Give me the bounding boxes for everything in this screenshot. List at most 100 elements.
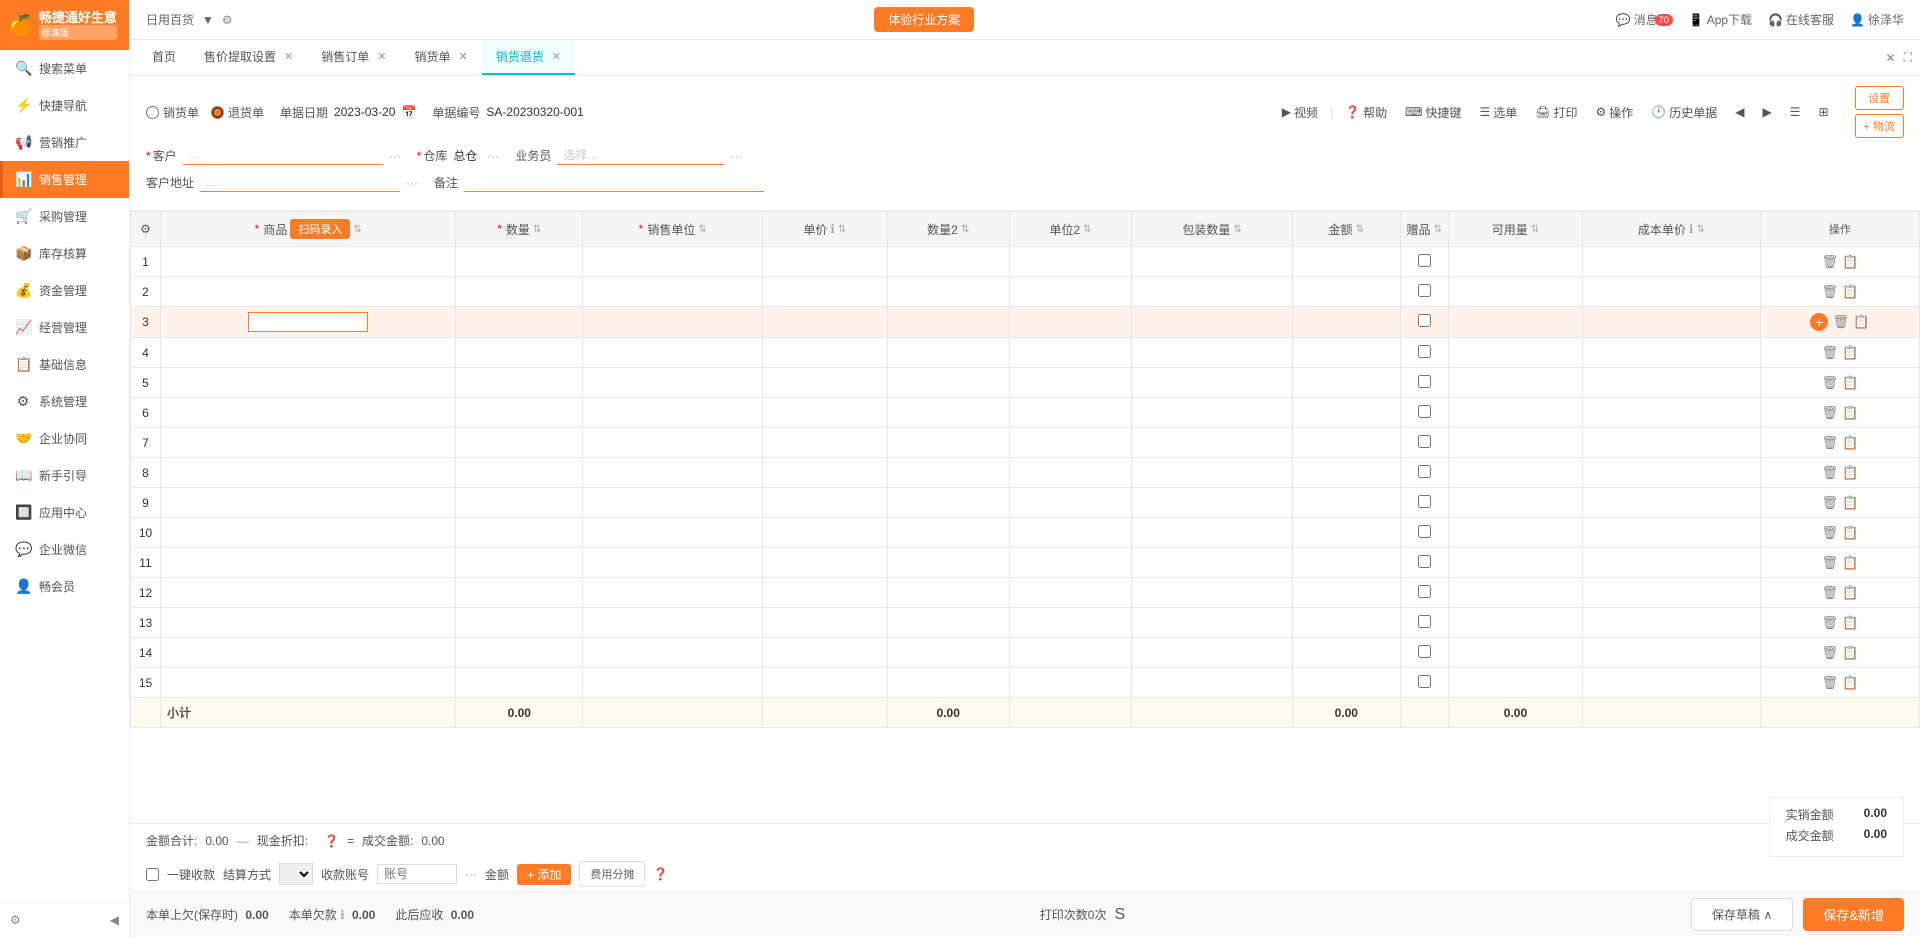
- row-price-1[interactable]: [763, 247, 887, 277]
- unit2-sort-icon[interactable]: ⇅: [1083, 224, 1091, 235]
- row-packqty-15[interactable]: [1132, 668, 1293, 698]
- row-qty-10[interactable]: [456, 518, 583, 548]
- delete-row-btn-4[interactable]: 🗑: [1821, 345, 1838, 361]
- copy-row-btn-6[interactable]: 📋: [1842, 405, 1858, 421]
- action-shortcut[interactable]: ⌨ 快捷键: [1399, 102, 1467, 123]
- row-amount-11[interactable]: [1293, 548, 1401, 578]
- action-operate[interactable]: ⚙ 操作: [1589, 102, 1639, 123]
- notification-area[interactable]: 💬 消息 70: [1616, 11, 1673, 28]
- row-unit-9[interactable]: [583, 488, 763, 518]
- row-unit-10[interactable]: [583, 518, 763, 548]
- row-unit-13[interactable]: [583, 608, 763, 638]
- row-available-11[interactable]: [1448, 548, 1582, 578]
- row-packqty-14[interactable]: [1132, 638, 1293, 668]
- delete-row-btn-5[interactable]: 🗑: [1821, 375, 1838, 391]
- copy-row-btn-5[interactable]: 📋: [1842, 375, 1858, 391]
- row-qty2-10[interactable]: [887, 518, 1009, 548]
- row-qty2-12[interactable]: [887, 578, 1009, 608]
- row-qty2-3[interactable]: [887, 307, 1009, 338]
- row-cost-14[interactable]: [1583, 638, 1761, 668]
- row-price-3[interactable]: [763, 307, 887, 338]
- row-gift-5[interactable]: [1400, 368, 1448, 398]
- packqty-sort-icon[interactable]: ⇅: [1233, 224, 1241, 235]
- row-gift-13[interactable]: [1400, 608, 1448, 638]
- row-price-6[interactable]: [763, 398, 887, 428]
- sidebar-collapse-icon[interactable]: ◀: [110, 913, 119, 927]
- row-amount-15[interactable]: [1293, 668, 1401, 698]
- row-amount-9[interactable]: [1293, 488, 1401, 518]
- row-packqty-4[interactable]: [1132, 338, 1293, 368]
- cost-sort-icon[interactable]: ⇅: [1696, 224, 1704, 235]
- tab-close-icon[interactable]: ✕: [284, 50, 293, 63]
- delete-row-btn-1[interactable]: 🗑: [1821, 254, 1838, 270]
- row-amount-4[interactable]: [1293, 338, 1401, 368]
- row-unit2-1[interactable]: [1009, 247, 1131, 277]
- row-qty-6[interactable]: [456, 398, 583, 428]
- row-cost-5[interactable]: [1583, 368, 1761, 398]
- tab-售价提取设置[interactable]: 售价提取设置✕: [190, 40, 307, 75]
- copy-row-btn-2[interactable]: 📋: [1842, 284, 1858, 300]
- column-settings-icon[interactable]: ⚙: [140, 222, 151, 236]
- sidebar-settings-icon[interactable]: ⚙: [10, 913, 21, 927]
- action-select[interactable]: ☰ 选单: [1473, 102, 1523, 123]
- row-product-3[interactable]: [161, 307, 456, 338]
- row-available-8[interactable]: [1448, 458, 1582, 488]
- price-sort-icon[interactable]: ⇅: [838, 224, 846, 235]
- row-qty-8[interactable]: [456, 458, 583, 488]
- row-price-14[interactable]: [763, 638, 887, 668]
- account-input[interactable]: [377, 864, 457, 884]
- sidebar-item-shortcut[interactable]: ⚡ 快捷导航: [0, 87, 129, 124]
- save-draft-btn[interactable]: 保存草稿 ∧: [1691, 898, 1793, 931]
- amount-sort-icon[interactable]: ⇅: [1356, 224, 1364, 235]
- row-product-12[interactable]: [161, 578, 456, 608]
- delete-row-btn-2[interactable]: 🗑: [1821, 284, 1838, 300]
- row-unit2-4[interactable]: [1009, 338, 1131, 368]
- sidebar-item-inventory[interactable]: 📦 库存核算: [0, 235, 129, 272]
- delete-row-btn-7[interactable]: 🗑: [1821, 435, 1838, 451]
- copy-row-btn-8[interactable]: 📋: [1842, 465, 1858, 481]
- support-area[interactable]: 🎧 在线客服: [1768, 11, 1834, 28]
- row-product-8[interactable]: [161, 458, 456, 488]
- row-packqty-11[interactable]: [1132, 548, 1293, 578]
- row-unit2-2[interactable]: [1009, 277, 1131, 307]
- row-gift-1[interactable]: [1400, 247, 1448, 277]
- sidebar-item-apps[interactable]: 🔲 应用中心: [0, 494, 129, 531]
- sidebar-item-sales[interactable]: 📊 销售管理: [0, 161, 129, 198]
- copy-row-btn-11[interactable]: 📋: [1842, 555, 1858, 571]
- row-available-1[interactable]: [1448, 247, 1582, 277]
- copy-row-btn-10[interactable]: 📋: [1842, 525, 1858, 541]
- logistics-btn[interactable]: + 物流: [1855, 114, 1904, 138]
- copy-row-btn-12[interactable]: 📋: [1842, 585, 1858, 601]
- row-packqty-8[interactable]: [1132, 458, 1293, 488]
- tab-首页[interactable]: 首页: [138, 40, 190, 75]
- tab-maximize-icon[interactable]: ⛶: [1904, 50, 1912, 65]
- save-new-btn[interactable]: 保存&新增: [1803, 898, 1904, 931]
- calc-method-select[interactable]: [279, 863, 313, 885]
- row-amount-1[interactable]: [1293, 247, 1401, 277]
- th-gear[interactable]: ⚙: [131, 212, 161, 247]
- row-unit2-7[interactable]: [1009, 428, 1131, 458]
- row-packqty-5[interactable]: [1132, 368, 1293, 398]
- sidebar-item-marketing[interactable]: 📢 营销推广: [0, 124, 129, 161]
- row-unit2-15[interactable]: [1009, 668, 1131, 698]
- copy-row-btn-1[interactable]: 📋: [1842, 254, 1858, 270]
- address-input[interactable]: [200, 173, 400, 192]
- row-packqty-9[interactable]: [1132, 488, 1293, 518]
- row-unit2-6[interactable]: [1009, 398, 1131, 428]
- row-price-12[interactable]: [763, 578, 887, 608]
- row-unit-11[interactable]: [583, 548, 763, 578]
- row-product-5[interactable]: [161, 368, 456, 398]
- tab-close-icon[interactable]: ✕: [552, 50, 561, 63]
- tab-close-all-icon[interactable]: ✕: [1886, 51, 1896, 65]
- row-gift-8[interactable]: [1400, 458, 1448, 488]
- row-cost-9[interactable]: [1583, 488, 1761, 518]
- scan-input-btn[interactable]: 扫码录入: [290, 219, 350, 239]
- row-qty2-6[interactable]: [887, 398, 1009, 428]
- row-packqty-7[interactable]: [1132, 428, 1293, 458]
- row-qty2-13[interactable]: [887, 608, 1009, 638]
- qty2-sort-icon[interactable]: ⇅: [961, 224, 969, 235]
- row-unit-14[interactable]: [583, 638, 763, 668]
- row-product-9[interactable]: [161, 488, 456, 518]
- row-unit2-10[interactable]: [1009, 518, 1131, 548]
- sidebar-item-basic[interactable]: 📋 基础信息: [0, 346, 129, 383]
